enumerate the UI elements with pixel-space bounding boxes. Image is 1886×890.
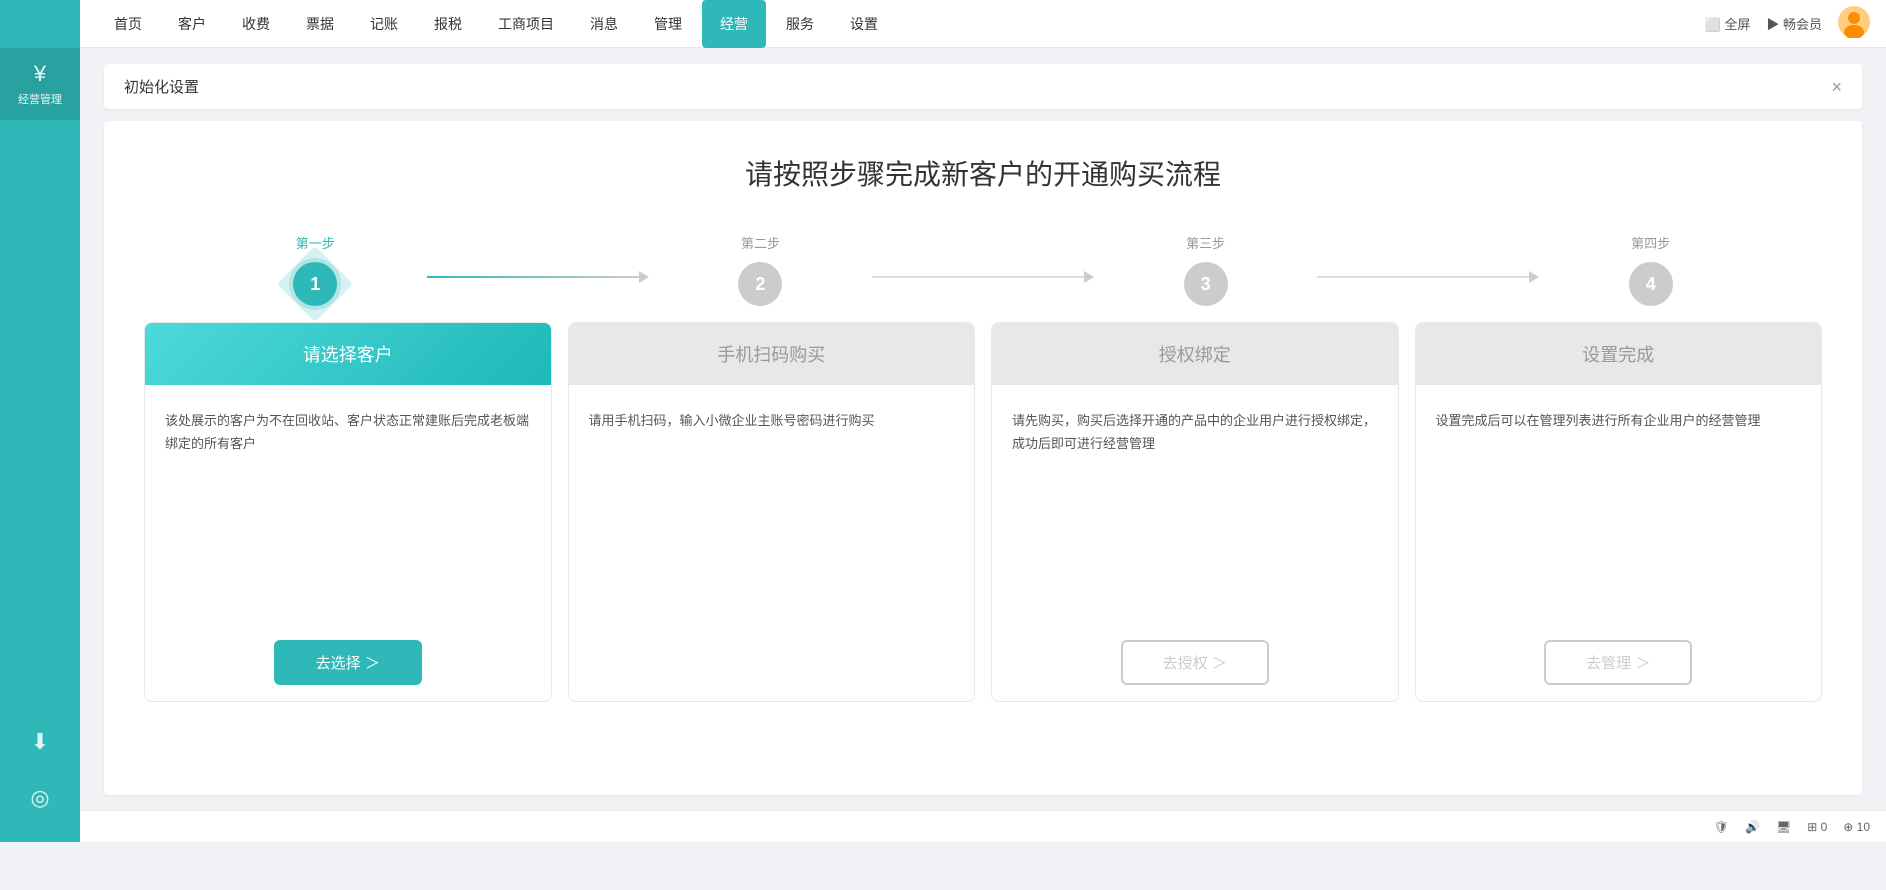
card-footer-1: 去选择 ＞ xyxy=(145,624,551,701)
breadcrumb-title: 初始化设置 xyxy=(124,76,199,97)
step-header-1: 第一步 1 xyxy=(204,233,427,306)
volume-icon[interactable]: 🔊 xyxy=(1745,820,1760,834)
step-header-3: 第三步 3 xyxy=(1094,233,1317,306)
card-footer-4: 去管理 ＞ xyxy=(1416,624,1822,701)
card-btn-1[interactable]: 去选择 ＞ xyxy=(274,640,422,685)
card-btn-4[interactable]: 去管理 ＞ xyxy=(1544,640,1692,685)
nav-item-记账[interactable]: 记账 xyxy=(352,0,416,48)
topbar-right: ⬜ 全屏 ▶ 畅会员 xyxy=(1705,6,1870,41)
monitor-icon: 🖥 xyxy=(1776,820,1791,834)
step-circle-4: 4 xyxy=(1629,262,1673,306)
connector-3 xyxy=(1317,233,1540,283)
shield-icon: 🛡 xyxy=(1714,820,1729,834)
step-label-3: 第三步 xyxy=(1186,233,1225,252)
card-header-3: 授权绑定 xyxy=(992,323,1398,385)
yuan-icon: ¥ xyxy=(34,61,46,87)
statusbar: ▶ 完成 🛡 🔊 🖥 ⊞ 0 ⊕ 10 xyxy=(0,810,1886,842)
card-body-1: 该处展示的客户为不在回收站、客户状态正常建账后完成老板端绑定的所有客户 xyxy=(145,385,551,624)
card-footer-2 xyxy=(569,669,975,701)
nav-item-报税[interactable]: 报税 xyxy=(416,0,480,48)
card-header-1: 请选择客户 xyxy=(145,323,551,385)
nav-item-客户[interactable]: 客户 xyxy=(160,0,224,48)
member-btn[interactable]: ▶ 畅会员 xyxy=(1766,14,1822,33)
step-card-1: 请选择客户 该处展示的客户为不在回收站、客户状态正常建账后完成老板端绑定的所有客… xyxy=(144,322,552,702)
step-circle-1: 1 xyxy=(293,262,337,306)
sidebar-item-main[interactable]: ¥ 经营管理 xyxy=(0,48,80,120)
fullscreen-btn[interactable]: ⬜ 全屏 xyxy=(1705,14,1751,33)
card-btn-3[interactable]: 去授权 ＞ xyxy=(1121,640,1269,685)
nav-items: 首页客户收费票据记账报税工商项目消息管理经营服务设置 xyxy=(96,0,896,48)
status-icons: 🛡 🔊 🖥 ⊞ 0 ⊕ 10 xyxy=(1714,820,1870,834)
nav-item-管理[interactable]: 管理 xyxy=(636,0,700,48)
content-panel: 请按照步骤完成新客户的开通购买流程 第一步 1 第二步 xyxy=(104,121,1862,795)
support-icon[interactable]: ◎ xyxy=(16,774,64,822)
step-circle-2: 2 xyxy=(738,262,782,306)
step-circle-3: 3 xyxy=(1184,262,1228,306)
avatar[interactable] xyxy=(1838,6,1870,41)
sidebar: ¥ 经营管理 ⬇ ◎ xyxy=(0,0,80,842)
card-body-3: 请先购买，购买后选择开通的产品中的企业用户进行授权绑定，成功后即可进行经营管理 xyxy=(992,385,1398,624)
nav-item-经营[interactable]: 经营 xyxy=(702,0,766,48)
nav-item-首页[interactable]: 首页 xyxy=(96,0,160,48)
step-card-3: 授权绑定 请先购买，购买后选择开通的产品中的企业用户进行授权绑定，成功后即可进行… xyxy=(991,322,1399,702)
nav-item-设置[interactable]: 设置 xyxy=(832,0,896,48)
step-card-4: 设置完成 设置完成后可以在管理列表进行所有企业用户的经营管理 去管理 ＞ xyxy=(1415,322,1823,702)
card-footer-3: 去授权 ＞ xyxy=(992,624,1398,701)
close-button[interactable]: × xyxy=(1831,78,1842,96)
step-header-2: 第二步 2 xyxy=(649,233,872,306)
sidebar-item-label: 经营管理 xyxy=(18,91,62,107)
counter-0: ⊞ 0 xyxy=(1807,820,1827,834)
nav-item-票据[interactable]: 票据 xyxy=(288,0,352,48)
nav-item-服务[interactable]: 服务 xyxy=(768,0,832,48)
topbar: 首页客户收费票据记账报税工商项目消息管理经营服务设置 ⬜ 全屏 ▶ 畅会员 xyxy=(80,0,1886,48)
main-content: 初始化设置 × 请按照步骤完成新客户的开通购买流程 第一步 1 xyxy=(80,48,1886,810)
counter-10: ⊕ 10 xyxy=(1843,820,1870,834)
nav-item-工商项目[interactable]: 工商项目 xyxy=(480,0,572,48)
connector-1 xyxy=(427,233,650,283)
breadcrumb-bar: 初始化设置 × xyxy=(104,64,1862,109)
nav-item-收费[interactable]: 收费 xyxy=(224,0,288,48)
nav-item-消息[interactable]: 消息 xyxy=(572,0,636,48)
card-header-2: 手机扫码购买 xyxy=(569,323,975,385)
step-card-2: 手机扫码购买 请用手机扫码，输入小微企业主账号密码进行购买 xyxy=(568,322,976,702)
card-header-4: 设置完成 xyxy=(1416,323,1822,385)
step-label-2: 第二步 xyxy=(741,233,780,252)
sidebar-bottom: ⬇ ◎ xyxy=(16,718,64,842)
download-icon[interactable]: ⬇ xyxy=(16,718,64,766)
step-label-4: 第四步 xyxy=(1631,233,1670,252)
page-title: 请按照步骤完成新客户的开通购买流程 xyxy=(144,153,1822,193)
card-body-4: 设置完成后可以在管理列表进行所有企业用户的经营管理 xyxy=(1416,385,1822,624)
step-header-4: 第四步 4 xyxy=(1539,233,1762,306)
card-body-2: 请用手机扫码，输入小微企业主账号密码进行购买 xyxy=(569,385,975,669)
connector-2 xyxy=(872,233,1095,283)
steps-header-row: 第一步 1 第二步 2 xyxy=(144,233,1822,306)
cards-row: 请选择客户 该处展示的客户为不在回收站、客户状态正常建账后完成老板端绑定的所有客… xyxy=(144,322,1822,702)
